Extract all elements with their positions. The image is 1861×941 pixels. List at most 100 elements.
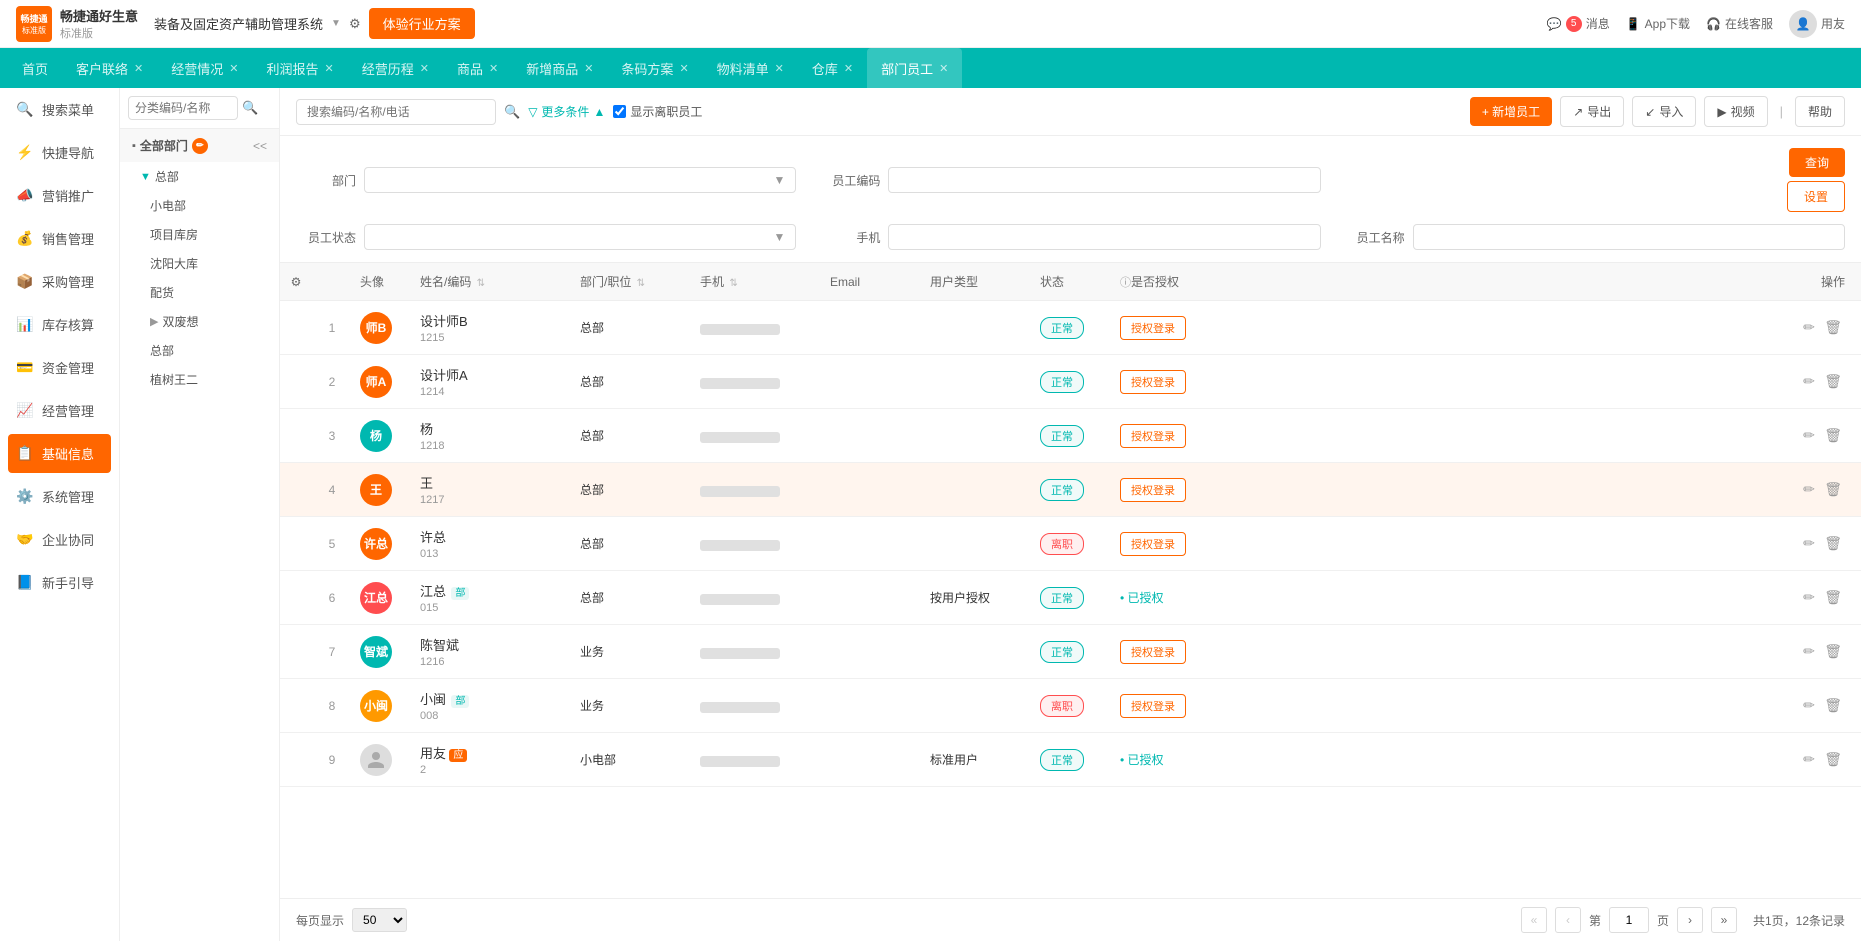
empcode-input[interactable]	[888, 167, 1320, 193]
close-operation[interactable]: ✕	[229, 62, 238, 75]
collapse-btn[interactable]: <<	[253, 139, 267, 153]
search-btn[interactable]: 🔍	[504, 104, 520, 120]
export-btn[interactable]: ↗ 导出	[1560, 96, 1624, 127]
empname-input[interactable]	[1413, 224, 1845, 250]
delete-btn[interactable]: 🗑	[1821, 319, 1845, 335]
set-btn[interactable]: 设置	[1787, 181, 1845, 212]
delete-btn[interactable]: 🗑	[1821, 643, 1845, 659]
sidebar-item-marketing[interactable]: 📣 营销推广	[0, 174, 119, 217]
edit-btn[interactable]: ✏	[1800, 643, 1818, 659]
close-barcode[interactable]: ✕	[679, 62, 688, 75]
search-input[interactable]	[296, 99, 496, 125]
tab-warehouse[interactable]: 仓库 ✕	[798, 48, 867, 88]
tab-add-goods[interactable]: 新增商品 ✕	[512, 48, 607, 88]
system-title-dropdown[interactable]: ▼	[331, 18, 341, 29]
tab-goods[interactable]: 商品 ✕	[443, 48, 512, 88]
tab-home[interactable]: 首页	[8, 48, 62, 88]
tab-operation[interactable]: 经营情况 ✕	[157, 48, 252, 88]
auth-login-btn[interactable]: 授权登录	[1120, 640, 1186, 664]
phone-input[interactable]	[888, 224, 1320, 250]
import-btn[interactable]: ↙ 导入	[1632, 96, 1696, 127]
message-btn[interactable]: 💬 5 消息	[1547, 15, 1610, 32]
delete-btn[interactable]: 🗑	[1821, 373, 1845, 389]
delete-btn[interactable]: 🗑	[1821, 697, 1845, 713]
add-employee-btn[interactable]: + 新增员工	[1470, 97, 1552, 126]
empstatus-select[interactable]: ▼	[364, 224, 796, 250]
auth-login-btn[interactable]: 授权登录	[1120, 532, 1186, 556]
delete-btn[interactable]: 🗑	[1821, 481, 1845, 497]
th-phone[interactable]: 手机 ⇅	[692, 263, 822, 301]
dept-item-peihe[interactable]: 配货	[120, 278, 279, 307]
auth-login-btn[interactable]: 授权登录	[1120, 370, 1186, 394]
tab-bom[interactable]: 物料清单 ✕	[703, 48, 798, 88]
sidebar-item-purchase[interactable]: 📦 采购管理	[0, 260, 119, 303]
dept-item-project[interactable]: 项目库房	[120, 220, 279, 249]
dept-item-zongbu[interactable]: 总部	[120, 336, 279, 365]
edit-btn[interactable]: ✏	[1800, 697, 1818, 713]
auth-login-btn[interactable]: 授权登录	[1120, 316, 1186, 340]
close-staff[interactable]: ✕	[939, 62, 948, 75]
close-profit[interactable]: ✕	[325, 62, 334, 75]
gear-icon[interactable]: ⚙	[349, 16, 361, 32]
sidebar-item-sales[interactable]: 💰 销售管理	[0, 217, 119, 260]
tab-staff[interactable]: 部门员工 ✕	[867, 48, 962, 88]
close-warehouse[interactable]: ✕	[844, 62, 853, 75]
edit-btn[interactable]: ✏	[1800, 481, 1818, 497]
th-dept[interactable]: 部门/职位 ⇅	[572, 263, 692, 301]
all-dept-label[interactable]: 全部部门	[140, 137, 188, 154]
edit-btn[interactable]: ✏	[1800, 751, 1818, 767]
edit-btn[interactable]: ✏	[1800, 589, 1818, 605]
sidebar-item-guide[interactable]: 📘 新手引导	[0, 561, 119, 604]
delete-btn[interactable]: 🗑	[1821, 535, 1845, 551]
edit-btn[interactable]: ✏	[1800, 427, 1818, 443]
dept-item-zhishu[interactable]: 植树王二	[120, 365, 279, 394]
th-settings[interactable]: ⚙	[280, 263, 312, 301]
sidebar-item-system[interactable]: ⚙️ 系统管理	[0, 475, 119, 518]
tab-history[interactable]: 经营历程 ✕	[348, 48, 443, 88]
sidebar-item-business[interactable]: 📈 经营管理	[0, 389, 119, 432]
th-name[interactable]: 姓名/编码 ⇅	[412, 263, 572, 301]
dept-item-shenyang[interactable]: 沈阳大库	[120, 249, 279, 278]
dept-search-input[interactable]	[128, 96, 238, 120]
close-add-goods[interactable]: ✕	[584, 62, 593, 75]
view-btn[interactable]: ▶ 视频	[1704, 96, 1767, 127]
tab-barcode[interactable]: 条码方案 ✕	[607, 48, 702, 88]
tab-customer[interactable]: 客户联络 ✕	[62, 48, 157, 88]
close-goods[interactable]: ✕	[489, 62, 498, 75]
dept-item-shuangfei[interactable]: ▶ 双废想	[120, 307, 279, 336]
help-btn[interactable]: 帮助	[1795, 96, 1845, 127]
sidebar-item-finance[interactable]: 💳 资金管理	[0, 346, 119, 389]
delete-btn[interactable]: 🗑	[1821, 427, 1845, 443]
close-bom[interactable]: ✕	[775, 62, 784, 75]
close-customer[interactable]: ✕	[134, 62, 143, 75]
dept-item-small[interactable]: 小电部	[120, 191, 279, 220]
dept-item-general[interactable]: ▼ 总部	[120, 162, 279, 191]
per-page-select[interactable]: 50 20 100	[352, 908, 407, 932]
query-btn[interactable]: 查询	[1789, 148, 1845, 177]
edit-btn[interactable]: ✏	[1800, 535, 1818, 551]
more-conditions-btn[interactable]: ▽ 更多条件 ▲	[528, 103, 605, 120]
sidebar-item-quicknav[interactable]: ⚡ 快捷导航	[0, 131, 119, 174]
sidebar-item-search[interactable]: 🔍 搜索菜单	[0, 88, 119, 131]
sidebar-item-basic[interactable]: 📋 基础信息	[8, 434, 111, 473]
edit-btn[interactable]: ✏	[1800, 319, 1818, 335]
pagination-last[interactable]: »	[1711, 907, 1737, 933]
pagination-next[interactable]: ›	[1677, 907, 1703, 933]
app-download-btn[interactable]: 📱 App下载	[1626, 15, 1690, 32]
sidebar-item-collab[interactable]: 🤝 企业协同	[0, 518, 119, 561]
pagination-first[interactable]: «	[1521, 907, 1547, 933]
dept-search-icon[interactable]: 🔍	[242, 100, 258, 116]
delete-btn[interactable]: 🗑	[1821, 751, 1845, 767]
show-resigned-label[interactable]: 显示离职员工	[613, 103, 702, 120]
user-menu[interactable]: 👤 用友	[1789, 10, 1845, 38]
online-service-btn[interactable]: 🎧 在线客服	[1706, 15, 1773, 32]
sidebar-item-inventory[interactable]: 📊 库存核算	[0, 303, 119, 346]
auth-login-btn[interactable]: 授权登录	[1120, 694, 1186, 718]
close-history[interactable]: ✕	[420, 62, 429, 75]
edit-btn[interactable]: ✏	[1800, 373, 1818, 389]
dept-select[interactable]: ▼	[364, 167, 796, 193]
page-input[interactable]	[1609, 907, 1649, 933]
tab-profit[interactable]: 利润报告 ✕	[252, 48, 347, 88]
trial-button[interactable]: 体验行业方案	[369, 8, 475, 39]
auth-login-btn[interactable]: 授权登录	[1120, 424, 1186, 448]
